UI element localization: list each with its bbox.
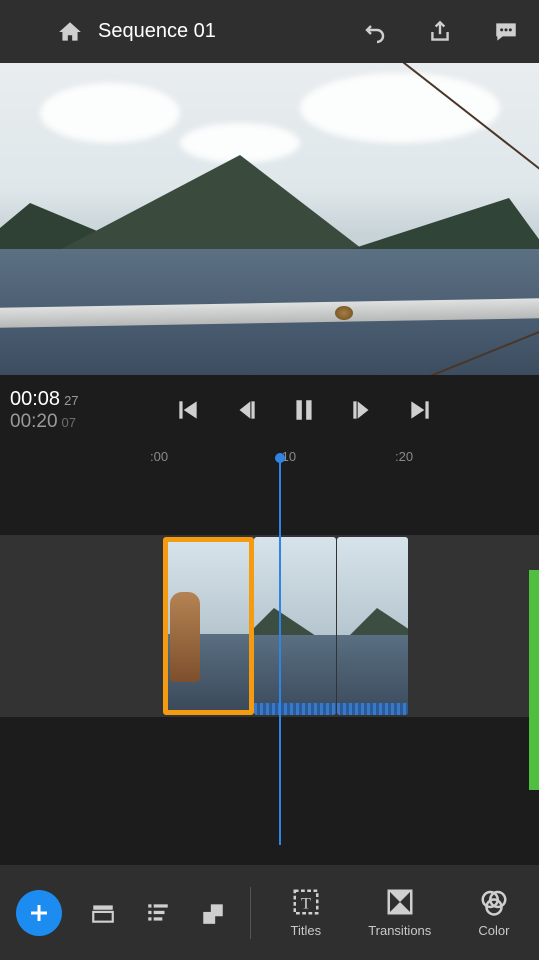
share-icon[interactable] [427, 19, 453, 45]
divider [250, 887, 251, 939]
skip-end-icon[interactable] [407, 397, 433, 423]
total-time: 00:20 [10, 411, 58, 434]
project-panel-icon[interactable] [88, 900, 118, 926]
transitions-icon [385, 887, 415, 917]
color-label: Color [478, 923, 509, 938]
timeline[interactable]: :00 :10 :20 [0, 445, 539, 865]
clip[interactable] [254, 537, 336, 715]
current-frames: 27 [64, 393, 78, 409]
time-ruler[interactable]: :00 :10 :20 [0, 445, 539, 475]
add-button[interactable] [16, 890, 62, 936]
color-icon [479, 887, 509, 917]
timecode-display: 00:08 27 00:20 07 [10, 387, 79, 434]
step-forward-icon[interactable] [349, 397, 375, 423]
bottom-toolbar: T Titles Transitions Color [0, 865, 539, 960]
ruler-tick: :00 [150, 449, 168, 464]
audio-waveform [254, 703, 336, 715]
playhead[interactable] [279, 459, 281, 845]
clip-selected[interactable] [163, 537, 254, 715]
transitions-label: Transitions [368, 923, 431, 938]
titles-icon: T [291, 887, 321, 917]
sequence-title: Sequence 01 [98, 20, 216, 43]
skip-start-icon[interactable] [175, 397, 201, 423]
transport-bar: 00:08 27 00:20 07 [0, 375, 539, 445]
step-back-icon[interactable] [233, 397, 259, 423]
pause-icon[interactable] [291, 397, 317, 423]
titles-label: Titles [291, 923, 322, 938]
undo-icon[interactable] [361, 20, 389, 44]
list-icon[interactable] [144, 900, 172, 926]
app-header: Sequence 01 [0, 0, 539, 63]
svg-text:T: T [301, 894, 311, 912]
audio-waveform [337, 703, 408, 715]
home-icon[interactable] [56, 19, 84, 45]
ruler-tick: :20 [395, 449, 413, 464]
clip[interactable] [337, 537, 408, 715]
comments-icon[interactable] [491, 19, 521, 45]
current-time: 00:08 [10, 387, 60, 411]
total-frames: 07 [62, 415, 76, 431]
color-tool[interactable]: Color [478, 887, 509, 938]
audio-clip[interactable] [529, 570, 539, 790]
transitions-tool[interactable]: Transitions [368, 887, 431, 938]
titles-tool[interactable]: T Titles [291, 887, 322, 938]
layers-icon[interactable] [198, 900, 228, 926]
preview-monitor[interactable] [0, 63, 539, 375]
empty-track[interactable] [0, 731, 539, 791]
